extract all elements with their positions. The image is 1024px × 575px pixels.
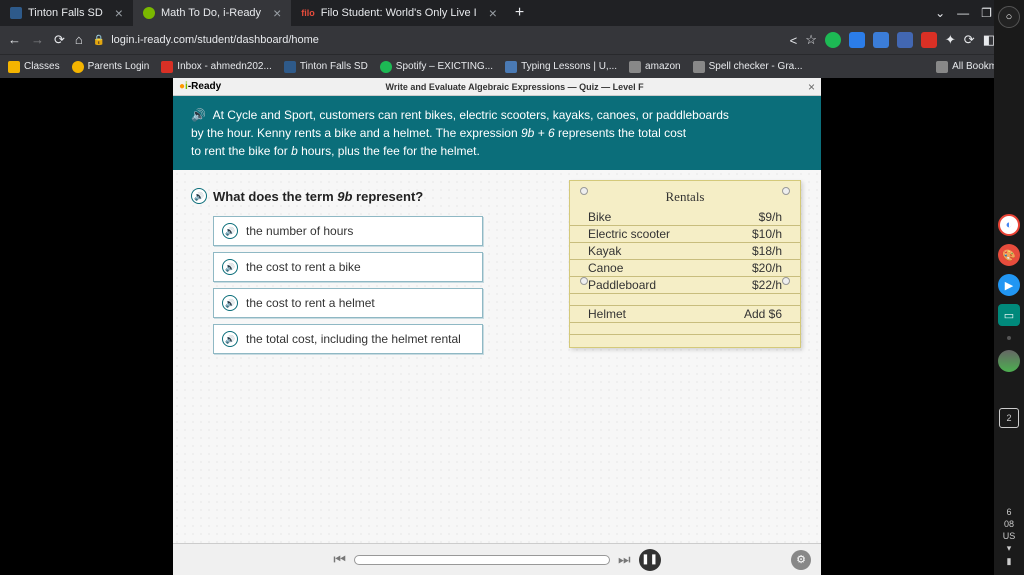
chrome-icon[interactable]: ◐ [998, 214, 1020, 236]
bookmark-classes[interactable]: Classes [8, 61, 60, 73]
speaker-icon[interactable]: 🔊 [222, 223, 238, 239]
bookmark-inbox[interactable]: Inbox - ahmedn202... [161, 61, 272, 73]
address-bar[interactable]: 🔒 login.i-ready.com/student/dashboard/ho… [93, 34, 780, 46]
bookmark-typing[interactable]: Typing Lessons | U,... [505, 61, 617, 73]
ext-icon-2[interactable] [849, 32, 865, 48]
close-icon[interactable]: × [489, 5, 497, 21]
quiz-title: Write and Evaluate Algebraic Expressions… [221, 82, 808, 92]
tab-favicon: filo [301, 8, 315, 18]
rentals-title: Rentals [570, 189, 800, 205]
option-3[interactable]: 🔊the cost to rent a helmet [213, 288, 483, 318]
problem-statement: 🔊 At Cycle and Sport, customers can rent… [173, 96, 821, 170]
region: US [1003, 531, 1016, 541]
bookmark-spell[interactable]: Spell checker - Gra... [693, 61, 803, 73]
pause-button[interactable]: ❚❚ [639, 549, 661, 571]
rental-row-helmet: HelmetAdd $6 [570, 306, 800, 323]
iready-logo: ●i-Ready [179, 81, 221, 92]
video-icon[interactable]: ▶ [998, 274, 1020, 296]
forward-icon[interactable]: → [31, 32, 44, 48]
next-icon[interactable]: ⏭ [618, 551, 631, 568]
new-tab-button[interactable]: + [507, 4, 532, 22]
ext-icon-3[interactable] [873, 32, 889, 48]
wifi-icon[interactable]: ▾ [1007, 543, 1012, 554]
option-1[interactable]: 🔊the number of hours [213, 216, 483, 246]
tab-favicon [143, 7, 155, 19]
ext-icon-4[interactable] [897, 32, 913, 48]
lock-icon: 🔒 [93, 35, 105, 46]
bottom-bar: ⏮ ⏭ ❚❚ ⚙ [173, 543, 821, 575]
rental-row-kayak: Kayak$18/h [570, 243, 800, 260]
rental-row-paddleboard: Paddleboard$22/h [570, 277, 800, 294]
close-quiz-icon[interactable]: × [808, 80, 815, 94]
back-icon[interactable]: ← [8, 32, 21, 48]
tab-label: Tinton Falls SD [28, 7, 103, 19]
battery-icon[interactable]: ▮ [1007, 556, 1012, 567]
speaker-icon[interactable]: 🔊 [222, 259, 238, 275]
tab-filo[interactable]: filo Filo Student: World's Only Live I × [291, 0, 507, 26]
speaker-icon[interactable]: 🔊 [191, 106, 206, 124]
rentals-card: Rentals Bike$9/h Electric scooter$10/h K… [569, 180, 801, 348]
progress-bar [354, 555, 610, 565]
answer-options: 🔊the number of hours 🔊the cost to rent a… [213, 216, 483, 354]
home-icon[interactable]: ⌂ [75, 32, 83, 48]
right-dock: ○ ◐ 🎨 ▶ ▭ 2 6 08 US ▾ ▮ [994, 0, 1024, 575]
option-2[interactable]: 🔊the cost to rent a bike [213, 252, 483, 282]
palette-icon[interactable]: 🎨 [998, 244, 1020, 266]
card-icon[interactable]: ▭ [998, 304, 1020, 326]
tab-iready[interactable]: Math To Do, i-Ready × [133, 0, 291, 26]
split-icon[interactable] [998, 350, 1020, 372]
rental-row-bike: Bike$9/h [570, 209, 800, 226]
browser-tabs: Tinton Falls SD × Math To Do, i-Ready × … [0, 0, 1024, 26]
restore-icon[interactable]: ❐ [981, 6, 992, 20]
speaker-icon[interactable]: 🔊 [222, 331, 238, 347]
windows-icon[interactable]: 2 [999, 408, 1019, 428]
prev-icon[interactable]: ⏮ [333, 551, 346, 568]
star-icon[interactable]: ☆ [805, 32, 817, 48]
speaker-icon[interactable]: 🔊 [222, 295, 238, 311]
clock-hour: 6 [1006, 507, 1011, 517]
tab-favicon [10, 7, 22, 19]
tab-label: Filo Student: World's Only Live I [321, 7, 477, 19]
bookmarks-bar: Classes Parents Login Inbox - ahmedn202.… [0, 54, 1024, 78]
chevron-down-icon[interactable]: ⌄ [935, 6, 945, 20]
gear-icon[interactable]: ⚙ [791, 550, 811, 570]
tab-tinton-falls[interactable]: Tinton Falls SD × [0, 0, 133, 26]
speaker-icon[interactable]: 🔊 [191, 188, 207, 204]
extensions-icon[interactable]: ✦ [945, 32, 956, 48]
bookmark-parents[interactable]: Parents Login [72, 61, 150, 73]
tab-label: Math To Do, i-Ready [161, 7, 261, 19]
rental-row-canoe: Canoe$20/h [570, 260, 800, 277]
share-icon[interactable]: < [790, 33, 798, 48]
option-4[interactable]: 🔊the total cost, including the helmet re… [213, 324, 483, 354]
iready-header: ●i-Ready Write and Evaluate Algebraic Ex… [173, 78, 821, 96]
close-icon[interactable]: × [115, 5, 123, 21]
url-text: login.i-ready.com/student/dashboard/home [111, 34, 319, 46]
ext-icon-5[interactable] [921, 32, 937, 48]
question-text: What does the term 9b represent? [213, 189, 423, 204]
close-icon[interactable]: × [273, 5, 281, 21]
clock-min: 08 [1004, 519, 1014, 529]
reload-icon[interactable]: ⟳ [54, 32, 65, 48]
bookmark-tinton[interactable]: Tinton Falls SD [284, 61, 368, 73]
bookmark-amazon[interactable]: amazon [629, 61, 681, 73]
ext-icon-1[interactable] [825, 32, 841, 48]
bookmark-spotify[interactable]: Spotify – EXICTING... [380, 61, 493, 73]
rental-row-scooter: Electric scooter$10/h [570, 226, 800, 243]
update-icon[interactable]: ⟳ [964, 32, 975, 48]
dock-circle-icon[interactable]: ○ [998, 6, 1020, 28]
minimize-icon[interactable]: — [957, 6, 969, 20]
